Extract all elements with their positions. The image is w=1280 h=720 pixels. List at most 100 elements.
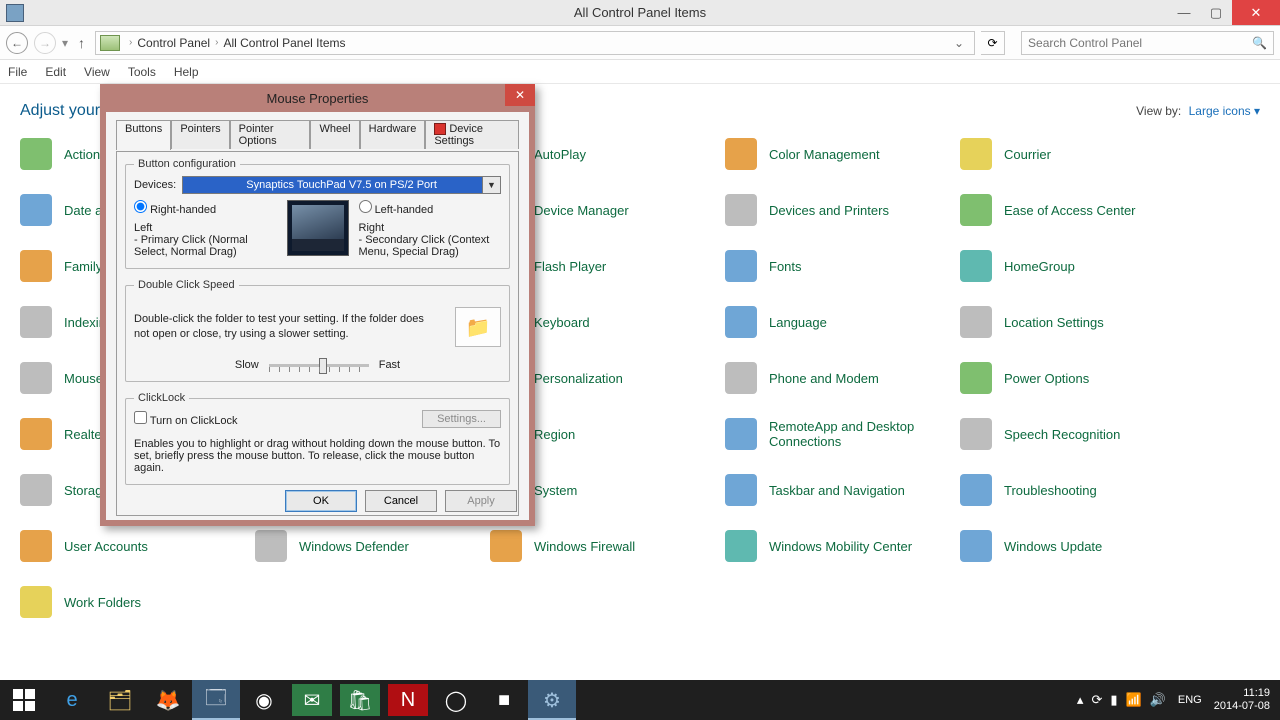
tray-clock[interactable]: 11:19 2014-07-08 xyxy=(1214,687,1270,713)
cp-item[interactable]: Windows Update xyxy=(960,530,1195,562)
back-button[interactable]: ← xyxy=(6,32,28,54)
tray-sync-icon[interactable]: ⟳ xyxy=(1091,692,1102,708)
taskbar-netflix[interactable]: N xyxy=(388,684,428,716)
up-button[interactable]: ↑ xyxy=(74,35,89,51)
tray-volume-icon[interactable]: 🔊 xyxy=(1150,692,1166,708)
maximize-button[interactable]: ▢ xyxy=(1200,0,1232,25)
cp-item-label: Devices and Printers xyxy=(769,203,889,218)
cp-item[interactable]: Ease of Access Center xyxy=(960,194,1195,226)
minimize-button[interactable]: — xyxy=(1168,0,1200,25)
ok-button[interactable]: OK xyxy=(285,490,357,512)
menu-tools[interactable]: Tools xyxy=(128,65,156,79)
cp-item[interactable]: Taskbar and Navigation xyxy=(725,474,960,506)
slider-thumb[interactable] xyxy=(319,358,327,374)
menu-file[interactable]: File xyxy=(8,65,27,79)
taskbar-firefox[interactable]: 🦊 xyxy=(144,680,192,720)
tab-buttons[interactable]: Buttons xyxy=(116,120,171,150)
cp-item-icon xyxy=(20,586,52,618)
cp-item[interactable]: Courrier xyxy=(960,138,1195,170)
forward-button[interactable]: → xyxy=(34,32,56,54)
search-box[interactable]: 🔍 xyxy=(1021,31,1274,55)
cp-item[interactable]: Location Settings xyxy=(960,306,1195,338)
crumb-control-panel[interactable]: Control Panel xyxy=(137,36,210,50)
cp-item-label: Speech Recognition xyxy=(1004,427,1120,442)
cp-item-icon xyxy=(20,138,52,170)
cp-item-icon xyxy=(490,530,522,562)
taskbar-mail[interactable]: ✉ xyxy=(292,684,332,716)
cp-item-label: Keyboard xyxy=(534,315,590,330)
dialog-title[interactable]: Mouse Properties xyxy=(100,84,535,112)
taskbar-desktop[interactable]: 🗔 xyxy=(192,680,240,720)
cp-item-label: Phone and Modem xyxy=(769,371,879,386)
cp-item[interactable]: HomeGroup xyxy=(960,250,1195,282)
cp-item[interactable]: Windows Mobility Center xyxy=(725,530,960,562)
cp-item[interactable]: Work Folders xyxy=(20,586,255,618)
cp-item-label: Windows Defender xyxy=(299,539,409,554)
fast-label: Fast xyxy=(379,359,400,371)
menu-edit[interactable]: Edit xyxy=(45,65,66,79)
cp-item[interactable]: Windows Defender xyxy=(255,530,490,562)
cp-item-icon xyxy=(725,194,757,226)
cp-item[interactable]: Phone and Modem xyxy=(725,362,960,394)
radio-right-handed[interactable]: Right-handed xyxy=(134,204,216,216)
tab-pointers[interactable]: Pointers xyxy=(171,120,229,149)
checkbox-clicklock[interactable]: Turn on ClickLock xyxy=(134,411,237,427)
right-block-text: - Secondary Click (Context Menu, Special… xyxy=(359,234,502,258)
taskbar-control-panel[interactable]: ⚙ xyxy=(528,680,576,720)
menu-help[interactable]: Help xyxy=(174,65,199,79)
taskbar-app2[interactable]: ■ xyxy=(480,680,528,720)
tray-up-icon[interactable]: ▴ xyxy=(1077,692,1084,708)
dialog-close-button[interactable]: ✕ xyxy=(505,84,535,106)
cp-item[interactable]: Fonts xyxy=(725,250,960,282)
crumb-all-items[interactable]: All Control Panel Items xyxy=(223,36,345,50)
tab-pointer-options[interactable]: Pointer Options xyxy=(230,120,311,149)
cp-item[interactable]: Color Management xyxy=(725,138,960,170)
tab-device-settings[interactable]: Device Settings xyxy=(425,120,519,149)
cp-item-icon xyxy=(20,362,52,394)
tray-battery-icon[interactable]: ▮ xyxy=(1110,692,1117,708)
cp-item[interactable]: User Accounts xyxy=(20,530,255,562)
folder-test-icon[interactable]: 📁 xyxy=(455,307,501,347)
cp-item-label: Taskbar and Navigation xyxy=(769,483,905,498)
tray-language[interactable]: ENG xyxy=(1178,694,1202,706)
apply-button[interactable]: Apply xyxy=(445,490,517,512)
mouse-properties-dialog: Mouse Properties ✕ Buttons Pointers Poin… xyxy=(100,84,535,526)
tab-panel-buttons: Button configuration Devices: Synaptics … xyxy=(116,151,519,516)
tab-hardware[interactable]: Hardware xyxy=(360,120,426,149)
radio-left-handed[interactable]: Left-handed xyxy=(359,204,434,216)
cp-item-label: AutoPlay xyxy=(534,147,586,162)
taskbar-app1[interactable]: ◯ xyxy=(432,680,480,720)
view-by-dropdown[interactable]: Large icons ▾ xyxy=(1189,104,1260,118)
control-panel-icon xyxy=(100,35,120,51)
tab-wheel[interactable]: Wheel xyxy=(310,120,359,149)
cp-item[interactable]: Language xyxy=(725,306,960,338)
menu-view[interactable]: View xyxy=(84,65,110,79)
cp-item[interactable]: Troubleshooting xyxy=(960,474,1195,506)
devices-select[interactable]: Synaptics TouchPad V7.5 on PS/2 Port ▼ xyxy=(182,176,501,194)
cp-item[interactable]: Speech Recognition xyxy=(960,418,1195,450)
taskbar-chrome[interactable]: ◉ xyxy=(240,680,288,720)
refresh-button[interactable]: ⟳ xyxy=(981,31,1005,55)
cp-item[interactable]: Power Options xyxy=(960,362,1195,394)
cp-item[interactable]: RemoteApp and Desktop Connections xyxy=(725,418,960,450)
start-button[interactable] xyxy=(0,680,48,720)
taskbar-store[interactable]: 🛍 xyxy=(340,684,380,716)
address-bar[interactable]: › Control Panel › All Control Panel Item… xyxy=(95,31,975,55)
window-title: All Control Panel Items xyxy=(574,5,706,20)
taskbar-explorer[interactable]: 🗂 xyxy=(96,680,144,720)
cp-item[interactable]: Devices and Printers xyxy=(725,194,960,226)
taskbar-ie[interactable]: e xyxy=(48,680,96,720)
cp-item-label: RemoteApp and Desktop Connections xyxy=(769,419,960,449)
cp-item-icon xyxy=(960,474,992,506)
address-dropdown[interactable]: ⌄ xyxy=(948,36,970,50)
cp-item[interactable]: Windows Firewall xyxy=(490,530,725,562)
search-input[interactable] xyxy=(1028,36,1252,50)
tray-network-icon[interactable]: 📶 xyxy=(1126,692,1142,708)
tray-icons[interactable]: ▴ ⟳ ▮ 📶 🔊 xyxy=(1077,692,1166,708)
dcs-slider[interactable] xyxy=(269,364,369,367)
cp-item-icon xyxy=(20,194,52,226)
cancel-button[interactable]: Cancel xyxy=(365,490,437,512)
close-button[interactable]: ✕ xyxy=(1232,0,1280,25)
crumb-sep: › xyxy=(129,37,132,48)
recent-locations-dropdown[interactable]: ▾ xyxy=(62,36,68,50)
